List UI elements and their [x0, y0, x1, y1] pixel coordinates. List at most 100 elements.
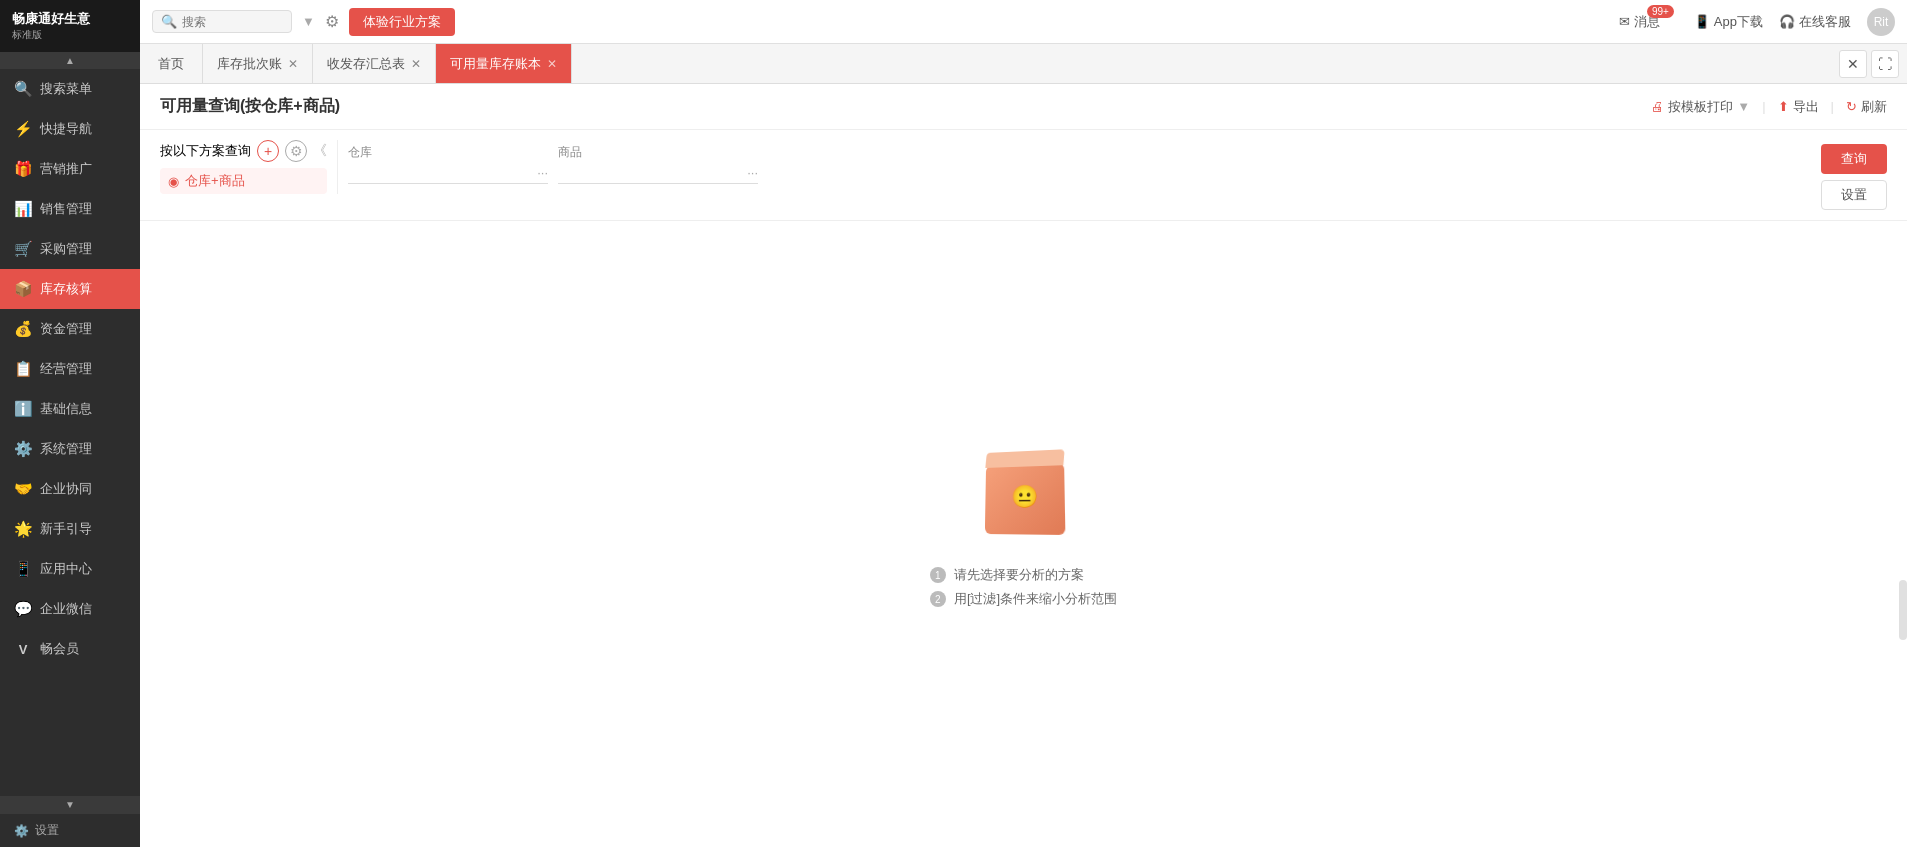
tab-batch-label: 库存批次账 [217, 55, 282, 73]
search-icon: 🔍 [14, 80, 32, 98]
warehouse-more-icon[interactable]: ··· [537, 165, 548, 180]
online-service-label: 在线客服 [1799, 13, 1851, 31]
product-field-input[interactable]: ··· [558, 165, 758, 184]
sidebar-settings-label: 设置 [35, 822, 59, 839]
inventory-icon: 📦 [14, 280, 32, 298]
industry-btn[interactable]: 体验行业方案 [349, 8, 455, 36]
search-input[interactable] [182, 15, 283, 29]
topbar-search-box[interactable]: 🔍 [152, 10, 292, 33]
sidebar-item-label: 营销推广 [40, 160, 92, 178]
sidebar-item-sales[interactable]: 📊 销售管理 [0, 189, 140, 229]
filter-area: 按以下方案查询 + ⚙ 《 ◉ 仓库+商品 仓库 ··· 商品 [140, 130, 1907, 221]
sidebar-item-app[interactable]: 📱 应用中心 [0, 549, 140, 589]
sidebar-item-basic[interactable]: ℹ️ 基础信息 [0, 389, 140, 429]
sidebar-item-system[interactable]: ⚙️ 系统管理 [0, 429, 140, 469]
sidebar-item-label: 企业协同 [40, 480, 92, 498]
export-action[interactable]: ⬆ 导出 [1778, 98, 1819, 116]
sidebar-item-operation[interactable]: 📋 经营管理 [0, 349, 140, 389]
print-dropdown-icon[interactable]: ▼ [1737, 99, 1750, 114]
query-btn[interactable]: 查询 [1821, 144, 1887, 174]
marketing-icon: 🎁 [14, 160, 32, 178]
sidebar-item-label: 经营管理 [40, 360, 92, 378]
scheme-item-warehouse-product[interactable]: ◉ 仓库+商品 [160, 168, 327, 194]
filter-field-product: 商品 ··· [558, 144, 758, 184]
sidebar-item-purchase[interactable]: 🛒 采购管理 [0, 229, 140, 269]
tab-summary-close[interactable]: ✕ [411, 58, 421, 70]
basic-icon: ℹ️ [14, 400, 32, 418]
warehouse-input[interactable] [348, 165, 533, 180]
sales-icon: 📊 [14, 200, 32, 218]
sidebar-settings[interactable]: ⚙️ 设置 [0, 813, 140, 847]
print-action[interactable]: 🖨 按模板打印 ▼ [1651, 98, 1750, 116]
sidebar-scroll-up[interactable]: ▲ [0, 52, 140, 69]
empty-state: 😐 1 请先选择要分析的方案 2 用[过滤]条件来缩小分析范围 [140, 221, 1907, 847]
search-icon: 🔍 [161, 14, 177, 29]
tab-fullscreen-btn[interactable]: ⛶ [1871, 50, 1899, 78]
page-title: 可用量查询(按仓库+商品) [160, 96, 340, 117]
filter-fields: 仓库 ··· 商品 ··· [348, 140, 1801, 184]
scheme-settings-btn[interactable]: ⚙ [285, 140, 307, 162]
right-scrollbar[interactable] [1899, 580, 1907, 640]
hint-row-1: 1 请先选择要分析的方案 [930, 566, 1117, 584]
sidebar-item-label: 快捷导航 [40, 120, 92, 138]
close-icon: ✕ [1847, 56, 1859, 72]
gear-icon[interactable]: ⚙ [325, 12, 339, 31]
tab-available-close[interactable]: ✕ [547, 58, 557, 70]
sidebar-item-finance[interactable]: 💰 资金管理 [0, 309, 140, 349]
sidebar-items: 🔍 搜索菜单 ⚡ 快捷导航 🎁 营销推广 📊 销售管理 🛒 采购管理 📦 库存核… [0, 69, 140, 796]
empty-face-icon: 😐 [1010, 484, 1037, 510]
message-badge: 99+ [1647, 5, 1674, 18]
message-btn[interactable]: ✉ 消息 99+ [1619, 13, 1660, 31]
sidebar-item-label: 应用中心 [40, 560, 92, 578]
headset-icon: 🎧 [1779, 14, 1795, 29]
refresh-action[interactable]: ↻ 刷新 [1846, 98, 1887, 116]
sidebar-item-shortcut[interactable]: ⚡ 快捷导航 [0, 109, 140, 149]
app-download-btn[interactable]: 📱 App下载 [1694, 13, 1763, 31]
sidebar-item-label: 畅会员 [40, 640, 79, 658]
tab-batch[interactable]: 库存批次账 ✕ [203, 44, 313, 83]
export-label: 导出 [1793, 98, 1819, 116]
message-icon: ✉ [1619, 14, 1630, 29]
print-label: 按模板打印 [1668, 98, 1733, 116]
tab-batch-close[interactable]: ✕ [288, 58, 298, 70]
online-service-btn[interactable]: 🎧 在线客服 [1779, 13, 1851, 31]
settings-btn[interactable]: 设置 [1821, 180, 1887, 210]
warehouse-field-input[interactable]: ··· [348, 165, 548, 184]
sidebar-item-wechat[interactable]: 💬 企业微信 [0, 589, 140, 629]
product-input[interactable] [558, 165, 743, 180]
member-icon: V [14, 642, 32, 657]
sidebar-item-newbie[interactable]: 🌟 新手引导 [0, 509, 140, 549]
finance-icon: 💰 [14, 320, 32, 338]
sidebar-item-label: 企业微信 [40, 600, 92, 618]
user-avatar[interactable]: Rit [1867, 8, 1895, 36]
tab-available-label: 可用量库存账本 [450, 55, 541, 73]
sidebar-item-label: 搜索菜单 [40, 80, 92, 98]
sidebar-item-marketing[interactable]: 🎁 营销推广 [0, 149, 140, 189]
sidebar-item-label: 库存核算 [40, 280, 92, 298]
dropdown-arrow-icon[interactable]: ▼ [302, 14, 315, 29]
sidebar-logo: 畅康通好生意 标准版 [0, 0, 140, 52]
collapse-btn[interactable]: 《 [313, 142, 327, 160]
sidebar-item-member[interactable]: V 畅会员 [0, 629, 140, 669]
sidebar-item-label: 采购管理 [40, 240, 92, 258]
filter-scheme-header: 按以下方案查询 + ⚙ 《 [160, 140, 327, 162]
export-icon: ⬆ [1778, 99, 1789, 114]
product-field-label: 商品 [558, 144, 758, 161]
scheme-icon: ◉ [168, 174, 179, 189]
filter-field-warehouse: 仓库 ··· [348, 144, 548, 184]
sidebar-item-search[interactable]: 🔍 搜索菜单 [0, 69, 140, 109]
tab-close-btn[interactable]: ✕ [1839, 50, 1867, 78]
tab-summary[interactable]: 收发存汇总表 ✕ [313, 44, 436, 83]
avatar-text: Rit [1874, 15, 1889, 29]
sidebar-item-enterprise[interactable]: 🤝 企业协同 [0, 469, 140, 509]
filter-scheme-section: 按以下方案查询 + ⚙ 《 ◉ 仓库+商品 [160, 140, 338, 194]
sidebar-item-inventory[interactable]: 📦 库存核算 [0, 269, 140, 309]
wechat-icon: 💬 [14, 600, 32, 618]
add-scheme-btn[interactable]: + [257, 140, 279, 162]
empty-illustration: 😐 [974, 454, 1074, 554]
sidebar-scroll-down[interactable]: ▼ [0, 796, 140, 813]
tab-available[interactable]: 可用量库存账本 ✕ [436, 44, 572, 83]
tab-home[interactable]: 首页 [140, 44, 203, 83]
product-more-icon[interactable]: ··· [747, 165, 758, 180]
sidebar-item-label: 销售管理 [40, 200, 92, 218]
